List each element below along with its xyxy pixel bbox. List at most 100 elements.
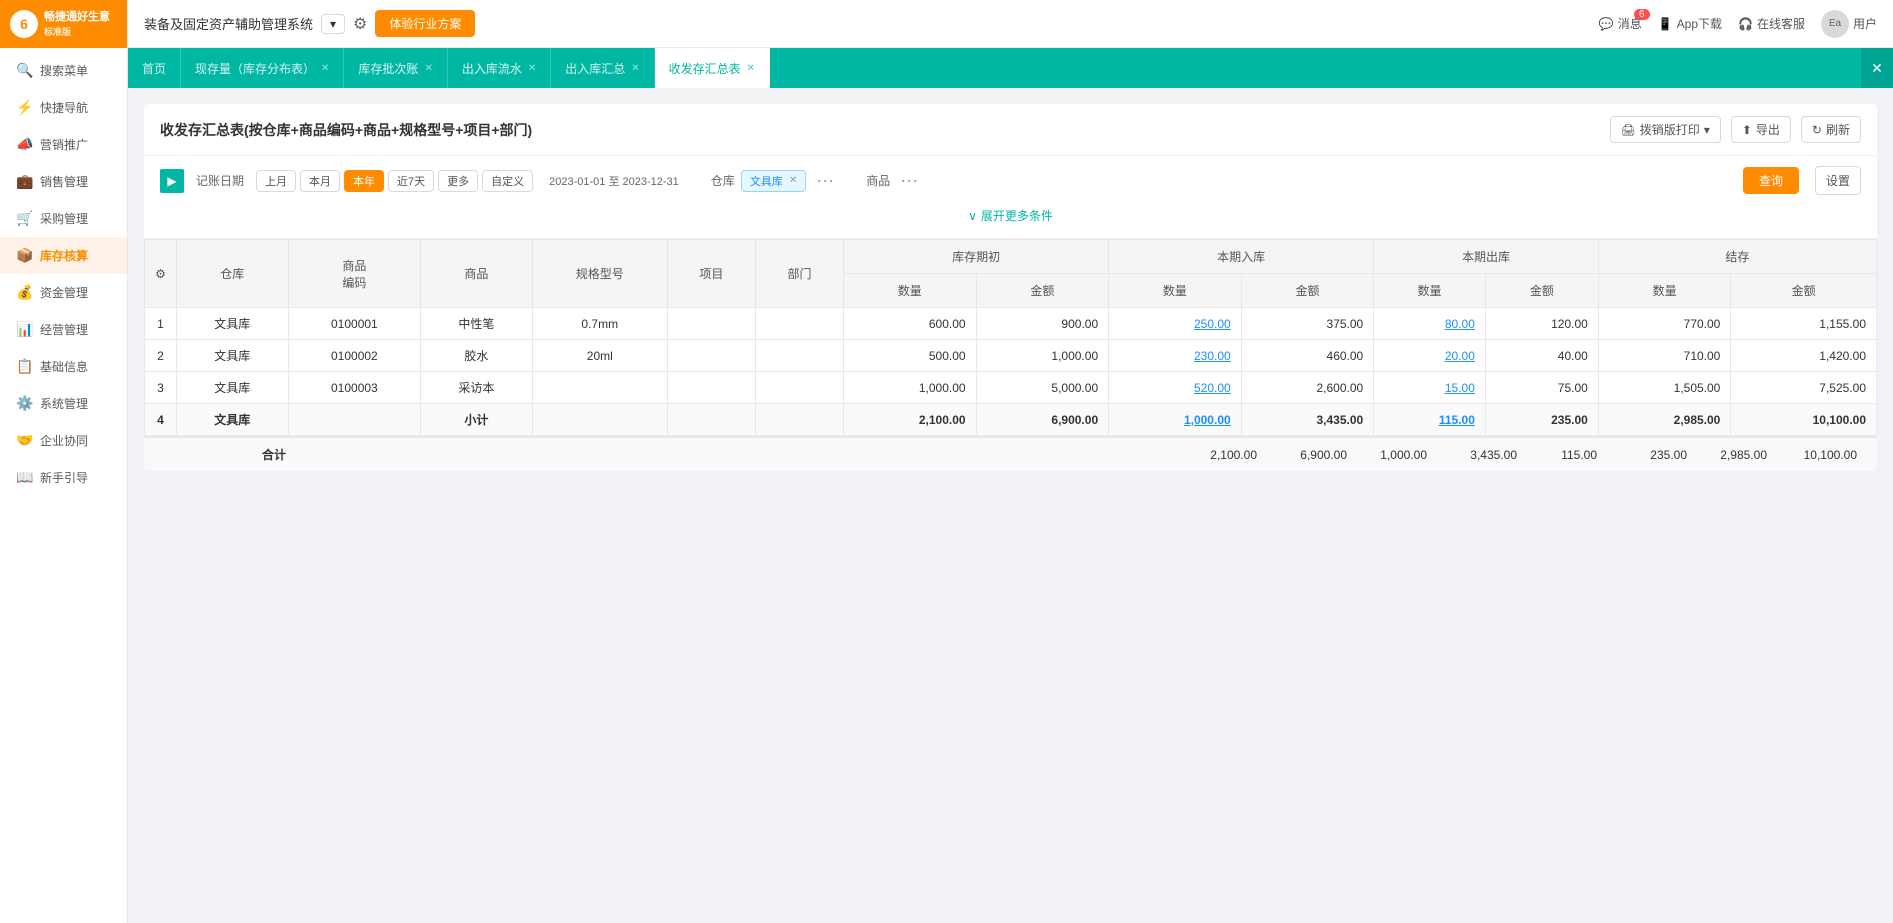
row-num: 3 xyxy=(145,372,177,404)
sidebar-item-marketing[interactable]: 📣 营销推广 xyxy=(0,126,127,163)
date-btn-last-month[interactable]: 上月 xyxy=(256,170,296,192)
row-close-amt: 1,420.00 xyxy=(1731,340,1877,372)
row-goods3 xyxy=(532,372,667,404)
close-all-tabs[interactable]: ✕ xyxy=(1861,48,1893,88)
th-open-qty: 数量 xyxy=(844,274,977,308)
goods-filter: 商品 ··· xyxy=(866,170,918,191)
settings-icon[interactable]: ⚙ xyxy=(353,14,367,34)
filter-expand-button[interactable]: ▶ xyxy=(160,169,184,193)
sidebar-item-sales[interactable]: 💼 销售管理 xyxy=(0,163,127,200)
row-goods3: 20ml xyxy=(532,340,667,372)
date-range-display: 2023-01-01 至 2023-12-31 xyxy=(549,173,679,189)
date-btn-this-month[interactable]: 本月 xyxy=(300,170,340,192)
subtotal-num: 4 xyxy=(145,404,177,436)
row-code: 0100001 xyxy=(288,308,421,340)
row-dept xyxy=(755,340,843,372)
tab-close-stock-flow[interactable]: ✕ xyxy=(528,63,536,74)
date-filter-label: 记账日期 xyxy=(196,172,244,189)
table-row: 2 文具库 0100002 胶水 20ml 500.00 1,000.00 23… xyxy=(145,340,1877,372)
total-open-qty: 2,100.00 xyxy=(1187,448,1267,462)
th-out-qty: 数量 xyxy=(1374,274,1486,308)
tab-stock-dist[interactable]: 现存量（库存分布表） ✕ xyxy=(181,48,344,88)
goods-label: 商品 xyxy=(866,172,890,189)
sidebar-item-basic[interactable]: 📋 基础信息 xyxy=(0,348,127,385)
date-btn-custom[interactable]: 自定义 xyxy=(482,170,533,192)
export-button[interactable]: ⬆ 导出 xyxy=(1731,116,1791,143)
tab-stock-summary[interactable]: 出入库汇总 ✕ xyxy=(551,48,654,88)
warehouse-filter: 仓库 文具库 ✕ ··· xyxy=(711,170,834,192)
tab-receive-summary[interactable]: 收发存汇总表 ✕ xyxy=(655,48,770,88)
money-icon: 💰 xyxy=(16,284,32,301)
row-out-qty[interactable]: 20.00 xyxy=(1374,340,1486,372)
sidebar: 6 畅捷通好生意 标准版 🔍 搜索菜单 ⚡ 快捷导航 📣 营销推广 💼 销售管理… xyxy=(0,0,128,923)
row-open-amt: 5,000.00 xyxy=(976,372,1109,404)
online-service-button[interactable]: 🎧 在线客服 xyxy=(1738,15,1805,32)
query-button[interactable]: 查询 xyxy=(1743,167,1799,194)
subtotal-label: 小计 xyxy=(421,404,533,436)
sidebar-item-purchase[interactable]: 🛒 采购管理 xyxy=(0,200,127,237)
subtotal-out-qty[interactable]: 115.00 xyxy=(1374,404,1486,436)
tab-close-stock-dist[interactable]: ✕ xyxy=(321,63,329,74)
row-out-qty[interactable]: 15.00 xyxy=(1374,372,1486,404)
warehouse-more-icon[interactable]: ··· xyxy=(816,170,834,191)
data-table: ⚙ 仓库 商品编码 商品 规格型号 项目 部门 库存期初 本期入库 本期出库 结… xyxy=(144,239,1877,436)
row-out-qty[interactable]: 80.00 xyxy=(1374,308,1486,340)
subtotal-in-qty[interactable]: 1,000.00 xyxy=(1109,404,1242,436)
trial-button[interactable]: 体验行业方案 xyxy=(375,10,475,37)
warehouse-label: 仓库 xyxy=(711,172,735,189)
sidebar-item-search[interactable]: 🔍 搜索菜单 xyxy=(0,52,127,89)
expand-more-row[interactable]: ∨ 展开更多条件 xyxy=(160,203,1861,228)
row-in-qty[interactable]: 230.00 xyxy=(1109,340,1242,372)
subtotal-open-qty: 2,100.00 xyxy=(844,404,977,436)
tab-home[interactable]: 首页 xyxy=(128,48,181,88)
total-in-qty: 1,000.00 xyxy=(1357,448,1437,462)
tab-close-batch-ledger[interactable]: ✕ xyxy=(424,63,432,74)
sidebar-item-finance[interactable]: 💰 资金管理 xyxy=(0,274,127,311)
system-dropdown[interactable]: ▾ xyxy=(321,14,345,34)
app-download-button[interactable]: 📱 App下载 xyxy=(1658,15,1722,32)
tab-batch-ledger[interactable]: 库存批次账 ✕ xyxy=(344,48,447,88)
logo-text: 畅捷通好生意 标准版 xyxy=(44,10,110,37)
filter-setting-button[interactable]: 设置 xyxy=(1815,166,1861,195)
th-gear[interactable]: ⚙ xyxy=(145,240,177,308)
th-goods1: 商品 xyxy=(421,240,533,308)
row-open-amt: 1,000.00 xyxy=(976,340,1109,372)
tab-close-stock-summary[interactable]: ✕ xyxy=(631,63,639,74)
date-btn-this-year[interactable]: 本年 xyxy=(344,170,384,192)
total-close-amt: 10,100.00 xyxy=(1777,448,1867,462)
th-group-in: 本期入库 xyxy=(1109,240,1374,274)
message-button[interactable]: 💬 消息 6 xyxy=(1599,15,1642,32)
sidebar-item-inventory[interactable]: 📦 库存核算 xyxy=(0,237,127,274)
user-menu[interactable]: Ea 用户 xyxy=(1821,10,1877,38)
th-code: 商品编码 xyxy=(288,240,421,308)
tab-close-receive-summary[interactable]: ✕ xyxy=(747,63,755,74)
handshake-icon: 🤝 xyxy=(16,432,32,449)
sidebar-item-guide[interactable]: 📖 新手引导 xyxy=(0,459,127,496)
total-out-qty: 115.00 xyxy=(1527,448,1607,462)
total-out-amt: 235.00 xyxy=(1607,448,1697,462)
list-icon: 📋 xyxy=(16,358,32,375)
date-btn-7days[interactable]: 近7天 xyxy=(388,170,434,192)
row-project xyxy=(667,340,755,372)
page-title: 收发存汇总表(按仓库+商品编码+商品+规格型号+项目+部门) xyxy=(160,120,532,140)
row-code: 0100003 xyxy=(288,372,421,404)
print-button[interactable]: 🖨 拨销版打印 ▾ xyxy=(1610,116,1721,143)
sidebar-item-collab[interactable]: 🤝 企业协同 xyxy=(0,422,127,459)
phone-icon: 📱 xyxy=(1658,17,1673,31)
date-btn-more[interactable]: 更多 xyxy=(438,170,478,192)
sidebar-item-operation[interactable]: 📊 经营管理 xyxy=(0,311,127,348)
row-in-qty[interactable]: 250.00 xyxy=(1109,308,1242,340)
sidebar-item-quicknav[interactable]: ⚡ 快捷导航 xyxy=(0,89,127,126)
sidebar-item-system[interactable]: ⚙️ 系统管理 xyxy=(0,385,127,422)
book-icon: 📖 xyxy=(16,469,32,486)
tab-stock-flow[interactable]: 出入库流水 ✕ xyxy=(448,48,551,88)
row-in-qty[interactable]: 520.00 xyxy=(1109,372,1242,404)
printer-icon: 🖨 xyxy=(1621,123,1636,137)
page-header: 收发存汇总表(按仓库+商品编码+商品+规格型号+项目+部门) 🖨 拨销版打印 ▾… xyxy=(144,104,1877,156)
refresh-button[interactable]: ↻ 刷新 xyxy=(1801,116,1861,143)
goods-more-icon[interactable]: ··· xyxy=(900,170,918,191)
th-in-qty: 数量 xyxy=(1109,274,1242,308)
warehouse-tag-close[interactable]: ✕ xyxy=(789,175,797,186)
row-in-amt: 375.00 xyxy=(1241,308,1374,340)
briefcase-icon: 💼 xyxy=(16,173,32,190)
